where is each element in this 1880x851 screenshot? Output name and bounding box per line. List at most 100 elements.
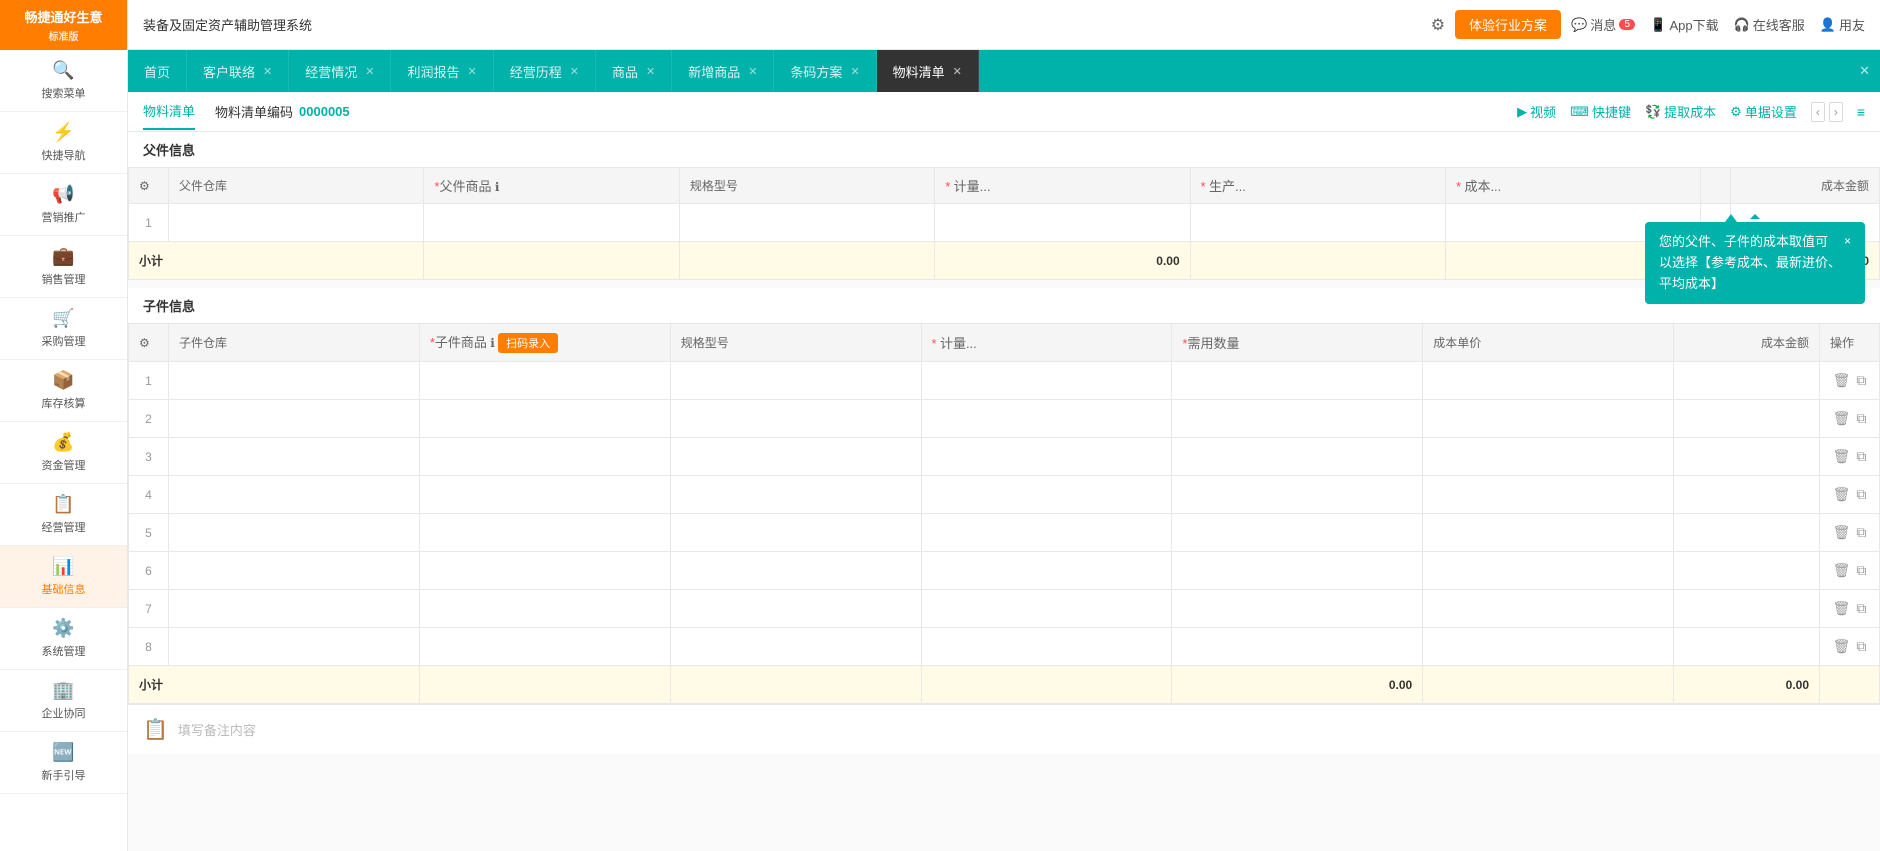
delete-icon[interactable]: 🗑 [1833,448,1851,465]
child-unit-cell[interactable] [921,400,1172,438]
child-warehouse-input[interactable] [169,476,419,513]
child-goods-input[interactable] [420,476,670,513]
tab-close-bom[interactable]: ✕ [953,65,962,78]
message-icon[interactable]: 💬 消息 5 [1571,15,1635,34]
tooltip-close[interactable]: × [1844,232,1851,251]
child-goods-cell[interactable] [419,400,670,438]
child-spec-cell[interactable] [670,476,921,514]
nav-tab-bom[interactable]: 物料清单✕ [877,50,979,92]
child-unit-cost-cell[interactable] [1423,628,1674,666]
settings-icon[interactable]: ⚙ [1431,15,1445,35]
parent-warehouse-cell[interactable] [169,204,424,242]
child-unit-cell[interactable] [921,438,1172,476]
sidebar-item-finance[interactable]: 💰资金管理 [0,422,127,484]
tab-close-barcode[interactable]: ✕ [850,65,859,78]
child-unit-cost-input[interactable] [1423,552,1673,589]
child-spec-input[interactable] [671,476,921,513]
sidebar-item-inventory[interactable]: 📦库存核算 [0,360,127,422]
sidebar-item-guide[interactable]: 🆕新手引导 [0,732,127,794]
child-warehouse-cell[interactable] [169,476,420,514]
child-qty-cell[interactable] [1172,362,1423,400]
child-goods-input[interactable] [420,400,670,437]
tab-close-profit[interactable]: ✕ [468,65,477,78]
parent-spec-input[interactable] [680,204,934,241]
child-warehouse-input[interactable] [169,628,419,665]
action-view[interactable]: ▶ 视频 [1517,102,1556,121]
child-unit-cost-input[interactable] [1423,476,1673,513]
parent-production-cell[interactable] [1190,204,1445,242]
child-spec-input[interactable] [671,400,921,437]
child-warehouse-input[interactable] [169,438,419,475]
nav-tab-barcode[interactable]: 条码方案✕ [774,50,876,92]
child-warehouse-cell[interactable] [169,628,420,666]
child-qty-cell[interactable] [1172,514,1423,552]
child-goods-cell[interactable] [419,514,670,552]
child-goods-input[interactable] [420,552,670,589]
child-unit-cost-cell[interactable] [1423,438,1674,476]
child-spec-input[interactable] [671,362,921,399]
child-goods-cell[interactable] [419,552,670,590]
child-warehouse-input[interactable] [169,514,419,551]
child-goods-cell[interactable] [419,590,670,628]
child-goods-cell[interactable] [419,438,670,476]
parent-goods-cell[interactable] [424,204,679,242]
child-unit-cost-cell[interactable] [1423,514,1674,552]
grid-view-icon[interactable]: ≡ [1857,104,1865,120]
child-spec-input[interactable] [671,514,921,551]
nav-tab-customers[interactable]: 客户联络✕ [187,50,289,92]
delete-icon[interactable]: 🗑 [1833,524,1851,541]
child-warehouse-input[interactable] [169,552,419,589]
child-spec-cell[interactable] [670,590,921,628]
child-spec-input[interactable] [671,628,921,665]
parent-production-input[interactable] [1191,204,1445,241]
sidebar-item-quick-nav[interactable]: ⚡快捷导航 [0,112,127,174]
child-unit-cell[interactable] [921,476,1172,514]
child-qty-input[interactable] [1172,590,1422,627]
child-qty-cell[interactable] [1172,476,1423,514]
child-unit-cost-cell[interactable] [1423,362,1674,400]
child-unit-cell[interactable] [921,628,1172,666]
child-spec-cell[interactable] [670,514,921,552]
sidebar-item-operations[interactable]: 📋经营管理 [0,484,127,546]
app-download[interactable]: 📱 App下载 [1650,15,1718,34]
sidebar-item-basic-info[interactable]: 📊基础信息 [0,546,127,608]
child-unit-input[interactable] [922,514,1172,551]
child-unit-cost-input[interactable] [1423,438,1673,475]
child-warehouse-cell[interactable] [169,362,420,400]
child-goods-input[interactable] [420,628,670,665]
child-qty-input[interactable] [1172,514,1422,551]
child-unit-cost-input[interactable] [1423,362,1673,399]
child-unit-cost-cell[interactable] [1423,476,1674,514]
parent-unit-cell[interactable] [935,204,1190,242]
child-unit-cell[interactable] [921,514,1172,552]
tab-close-new-goods[interactable]: ✕ [748,65,757,78]
child-unit-cost-cell[interactable] [1423,552,1674,590]
delete-icon[interactable]: 🗑 [1833,410,1851,427]
tab-close-customers[interactable]: ✕ [263,65,272,78]
child-spec-input[interactable] [671,438,921,475]
child-spec-input[interactable] [671,552,921,589]
copy-icon[interactable]: ⧉ [1856,638,1866,655]
nav-prev[interactable]: ‹ [1811,102,1825,122]
child-goods-cell[interactable] [419,362,670,400]
parent-goods-input[interactable] [424,204,678,241]
child-qty-input[interactable] [1172,628,1422,665]
nav-tab-history[interactable]: 经营历程✕ [494,50,596,92]
delete-icon[interactable]: 🗑 [1833,562,1851,579]
child-goods-input[interactable] [420,438,670,475]
child-unit-cost-input[interactable] [1423,628,1673,665]
copy-icon[interactable]: ⧉ [1856,410,1866,427]
child-warehouse-cell[interactable] [169,590,420,628]
child-goods-input[interactable] [420,590,670,627]
child-unit-input[interactable] [922,590,1172,627]
child-warehouse-cell[interactable] [169,400,420,438]
child-unit-cell[interactable] [921,552,1172,590]
parent-spec-cell[interactable] [679,204,934,242]
child-unit-cell[interactable] [921,362,1172,400]
sidebar-item-enterprise[interactable]: 🏢企业协同 [0,670,127,732]
sidebar-item-system[interactable]: ⚙️系统管理 [0,608,127,670]
delete-icon[interactable]: 🗑 [1833,600,1851,617]
child-qty-input[interactable] [1172,476,1422,513]
child-warehouse-cell[interactable] [169,438,420,476]
copy-icon[interactable]: ⧉ [1856,486,1866,503]
